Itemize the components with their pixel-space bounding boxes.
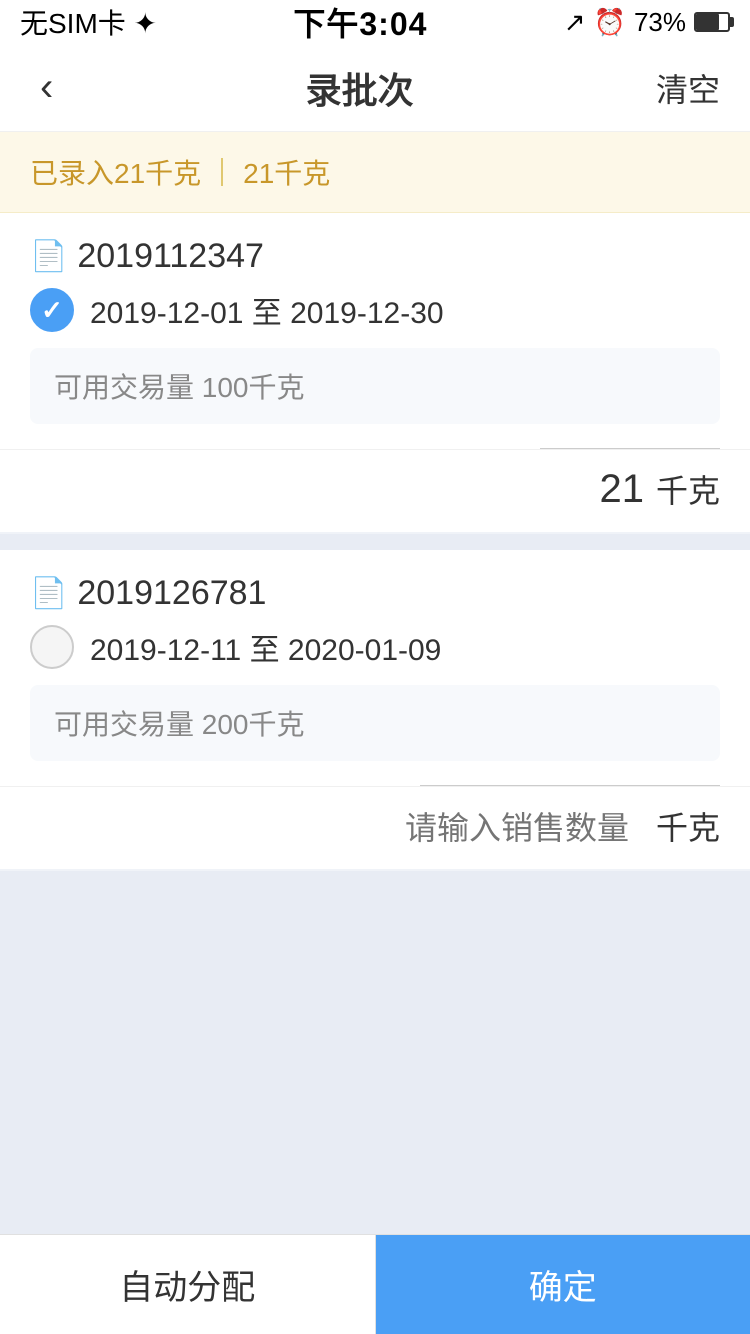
status-right: ↗ ⏰ 73%: [564, 7, 730, 38]
status-time: 下午3:04: [293, 0, 427, 45]
alarm-icon: ⏰: [594, 7, 626, 38]
batch2-id-row: 📄 2019126781: [30, 574, 720, 613]
total-amount: 21千克: [243, 152, 330, 192]
section-divider: [0, 534, 750, 550]
confirm-button[interactable]: 确定: [376, 1235, 750, 1334]
batch1-item: 📄 2019112347 ✓ 2019-12-01 至 2019-12-30 可…: [0, 213, 750, 448]
batch2-quantity-input[interactable]: [224, 810, 644, 847]
batch1-date-range: 2019-12-01 至 2019-12-30: [90, 288, 444, 332]
recorded-amount: 已录入21千克: [30, 152, 201, 192]
batch2-item: 📄 2019126781 2019-12-11 至 2020-01-09 可用交…: [0, 550, 750, 785]
info-banner: 已录入21千克 21千克: [0, 132, 750, 213]
location-icon: ↗: [564, 7, 586, 38]
battery-status: 73%: [634, 7, 686, 38]
batch1-available: 可用交易量 100千克: [30, 348, 720, 424]
batch2-input-row: 千克: [0, 786, 750, 869]
batch2-date-row[interactable]: 2019-12-11 至 2020-01-09: [30, 625, 720, 669]
batch1-date-row[interactable]: ✓ 2019-12-01 至 2019-12-30: [30, 288, 720, 332]
sim-status: 无SIM卡 ✦: [20, 2, 157, 42]
auto-distribute-button[interactable]: 自动分配: [0, 1235, 376, 1334]
batch1-id-icon: 📄: [30, 239, 67, 274]
batch1-radio[interactable]: ✓: [30, 288, 74, 332]
footer: 自动分配 确定: [0, 1234, 750, 1334]
battery-icon: [694, 12, 730, 32]
batch1-id-row: 📄 2019112347: [30, 237, 720, 276]
page-title: 录批次: [306, 62, 414, 114]
batch2-card: 📄 2019126781 2019-12-11 至 2020-01-09 可用交…: [0, 550, 750, 869]
batch2-id-icon: 📄: [30, 576, 67, 611]
batch1-amount-unit: 千克: [656, 466, 720, 512]
batch1-card: 📄 2019112347 ✓ 2019-12-01 至 2019-12-30 可…: [0, 213, 750, 532]
clear-button[interactable]: 清空: [656, 65, 720, 111]
batch1-check-icon: ✓: [41, 295, 63, 326]
nav-bar: ‹ 录批次 清空: [0, 44, 750, 132]
status-left: 无SIM卡 ✦: [20, 2, 157, 42]
batch2-radio[interactable]: [30, 625, 74, 669]
status-bar: 无SIM卡 ✦ 下午3:04 ↗ ⏰ 73%: [0, 0, 750, 44]
batch2-available: 可用交易量 200千克: [30, 685, 720, 761]
banner-divider: [221, 158, 223, 186]
batch2-amount-container: 千克: [0, 785, 750, 869]
back-button[interactable]: ‹: [30, 55, 63, 120]
batch1-amount-container: 21 千克: [0, 448, 750, 532]
batch2-date-range: 2019-12-11 至 2020-01-09: [90, 625, 441, 669]
batch2-id-text: 2019126781: [77, 574, 266, 613]
batch1-amount-row: 21 千克: [0, 449, 750, 532]
batch1-amount-value[interactable]: 21: [599, 467, 644, 512]
batch1-id-text: 2019112347: [77, 237, 264, 276]
batch2-unit: 千克: [656, 803, 720, 849]
